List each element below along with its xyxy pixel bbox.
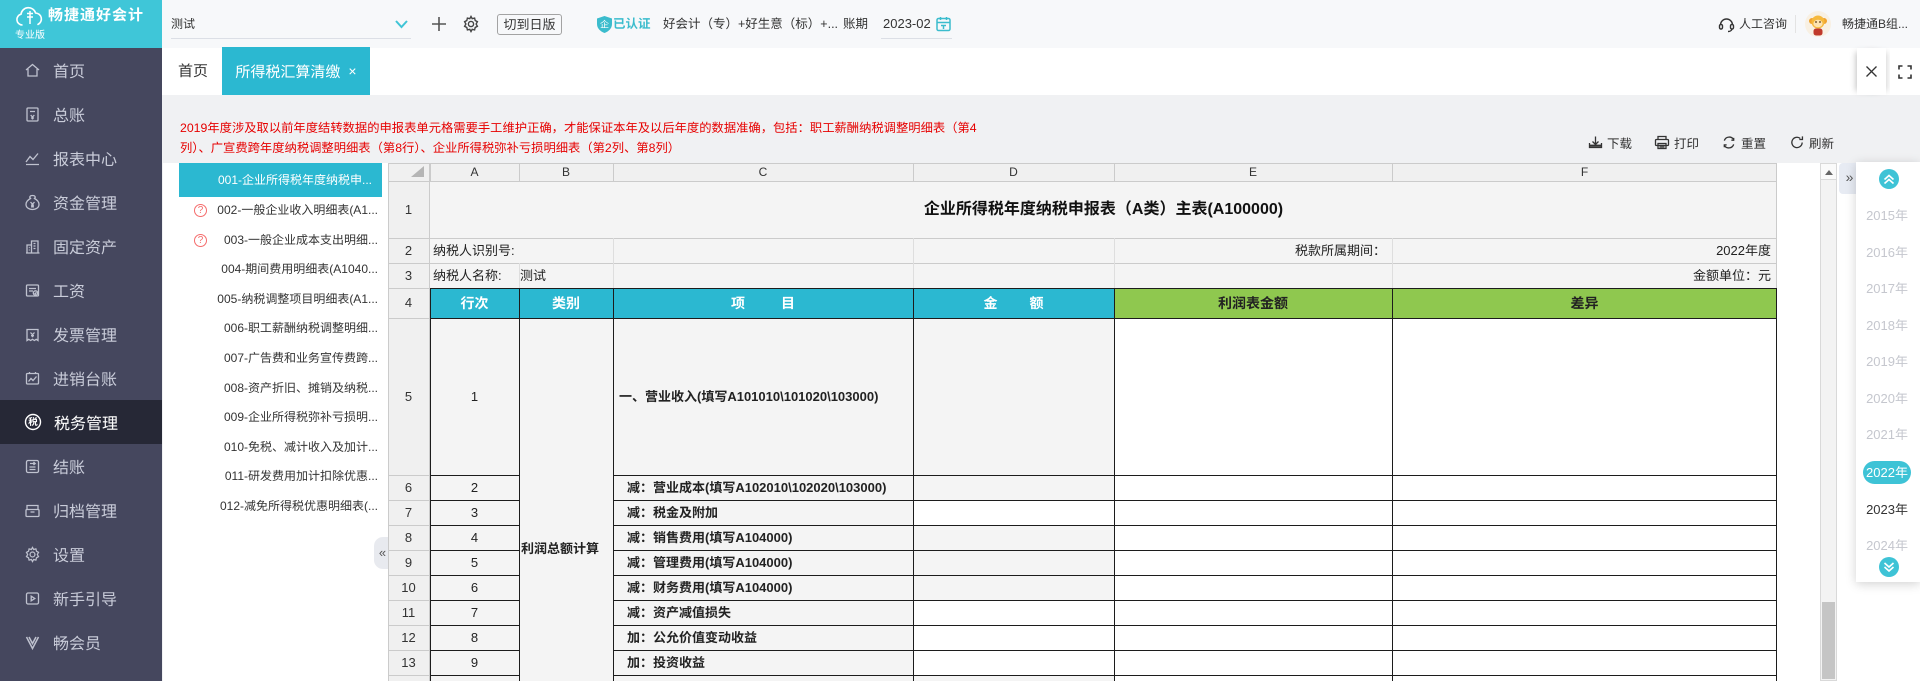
svg-text:企: 企: [600, 18, 609, 31]
svg-text:税: 税: [28, 414, 38, 428]
